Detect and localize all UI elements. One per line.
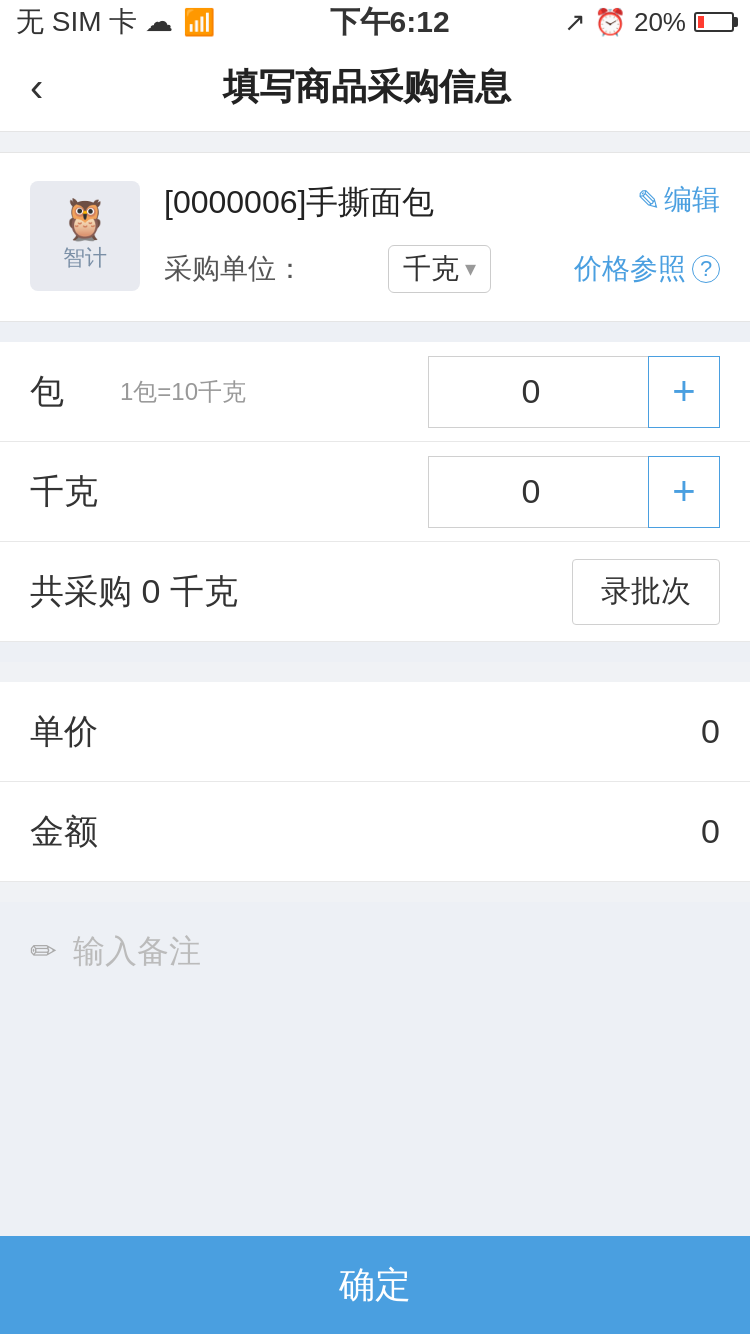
unit-label: 采购单位：	[164, 250, 304, 288]
kg-row: 千克 +	[0, 442, 750, 542]
status-bar: 无 SIM 卡 ☁ 📶 下午6:12 ↗ ⏰ 20%	[0, 0, 750, 44]
amount-row: 金额 0	[0, 782, 750, 882]
wifi-icon: 📶	[183, 7, 215, 38]
chevron-down-icon: ▾	[465, 256, 476, 282]
brand-text: 智计	[63, 243, 107, 273]
input-section: 包 1包=10千克 + 千克 + 共采购 0 千克 录批次	[0, 342, 750, 642]
product-name: [0000006]手撕面包	[164, 181, 434, 225]
amount-label: 金额	[30, 809, 701, 855]
status-left: 无 SIM 卡 ☁ 📶	[16, 3, 215, 41]
unit-select[interactable]: 千克 ▾	[388, 245, 491, 293]
summary-text: 共采购 0 千克	[30, 569, 238, 615]
bag-plus-button[interactable]: +	[648, 356, 720, 428]
price-ref-label: 价格参照	[574, 250, 686, 288]
price-ref-button[interactable]: 价格参照 ?	[574, 250, 720, 288]
help-icon: ?	[692, 255, 720, 283]
sim-label: 无 SIM 卡 ☁	[16, 3, 173, 41]
amount-value: 0	[701, 812, 720, 851]
product-image: 🦉 智计	[30, 181, 140, 291]
status-time: 下午6:12	[330, 2, 450, 43]
unit-price-value: 0	[701, 712, 720, 751]
back-button[interactable]: ‹	[30, 65, 43, 110]
unit-price-row: 单价 0	[0, 682, 750, 782]
nav-bar: ‹ 填写商品采购信息	[0, 44, 750, 132]
product-name-row: [0000006]手撕面包 ✎ 编辑	[164, 181, 720, 225]
unit-value: 千克	[403, 250, 459, 288]
bag-quantity-input[interactable]	[428, 356, 648, 428]
page-title: 填写商品采购信息	[63, 63, 670, 112]
edit-icon: ✎	[637, 184, 660, 217]
alarm-icon: ⏰	[594, 7, 626, 38]
edit-button[interactable]: ✎ 编辑	[637, 181, 720, 219]
bag-input-control: +	[428, 356, 720, 428]
product-logo: 🦉 智计	[45, 201, 125, 271]
battery-fill	[698, 16, 704, 28]
product-unit-row: 采购单位： 千克 ▾ 价格参照 ?	[164, 245, 720, 293]
edit-label: 编辑	[664, 181, 720, 219]
product-info: [0000006]手撕面包 ✎ 编辑 采购单位： 千克 ▾ 价格参照 ?	[164, 181, 720, 293]
bag-row: 包 1包=10千克 +	[0, 342, 750, 442]
section-divider-1	[0, 322, 750, 342]
battery-percent: 20%	[634, 7, 686, 38]
owl-icon: 🦉	[60, 199, 110, 239]
kg-input-control: +	[428, 456, 720, 528]
summary-row: 共采购 0 千克 录批次	[0, 542, 750, 642]
confirm-button[interactable]: 确定	[0, 1236, 750, 1334]
kg-plus-button[interactable]: +	[648, 456, 720, 528]
kg-quantity-input[interactable]	[428, 456, 648, 528]
pencil-icon: ✏	[30, 932, 57, 970]
battery-icon	[694, 12, 734, 32]
notes-placeholder: 输入备注	[73, 930, 201, 974]
bag-label: 包	[30, 369, 110, 415]
bag-sub-label: 1包=10千克	[120, 376, 428, 408]
kg-label: 千克	[30, 469, 110, 515]
status-right: ↗ ⏰ 20%	[564, 7, 734, 38]
batch-button[interactable]: 录批次	[572, 559, 720, 625]
unit-price-label: 单价	[30, 709, 701, 755]
notes-section[interactable]: ✏ 输入备注	[0, 902, 750, 1022]
location-icon: ↗	[564, 7, 586, 38]
product-card: 🦉 智计 [0000006]手撕面包 ✎ 编辑 采购单位： 千克 ▾ 价格参照 …	[0, 152, 750, 322]
info-section: 单价 0 金额 0	[0, 682, 750, 882]
section-divider-2	[0, 642, 750, 662]
